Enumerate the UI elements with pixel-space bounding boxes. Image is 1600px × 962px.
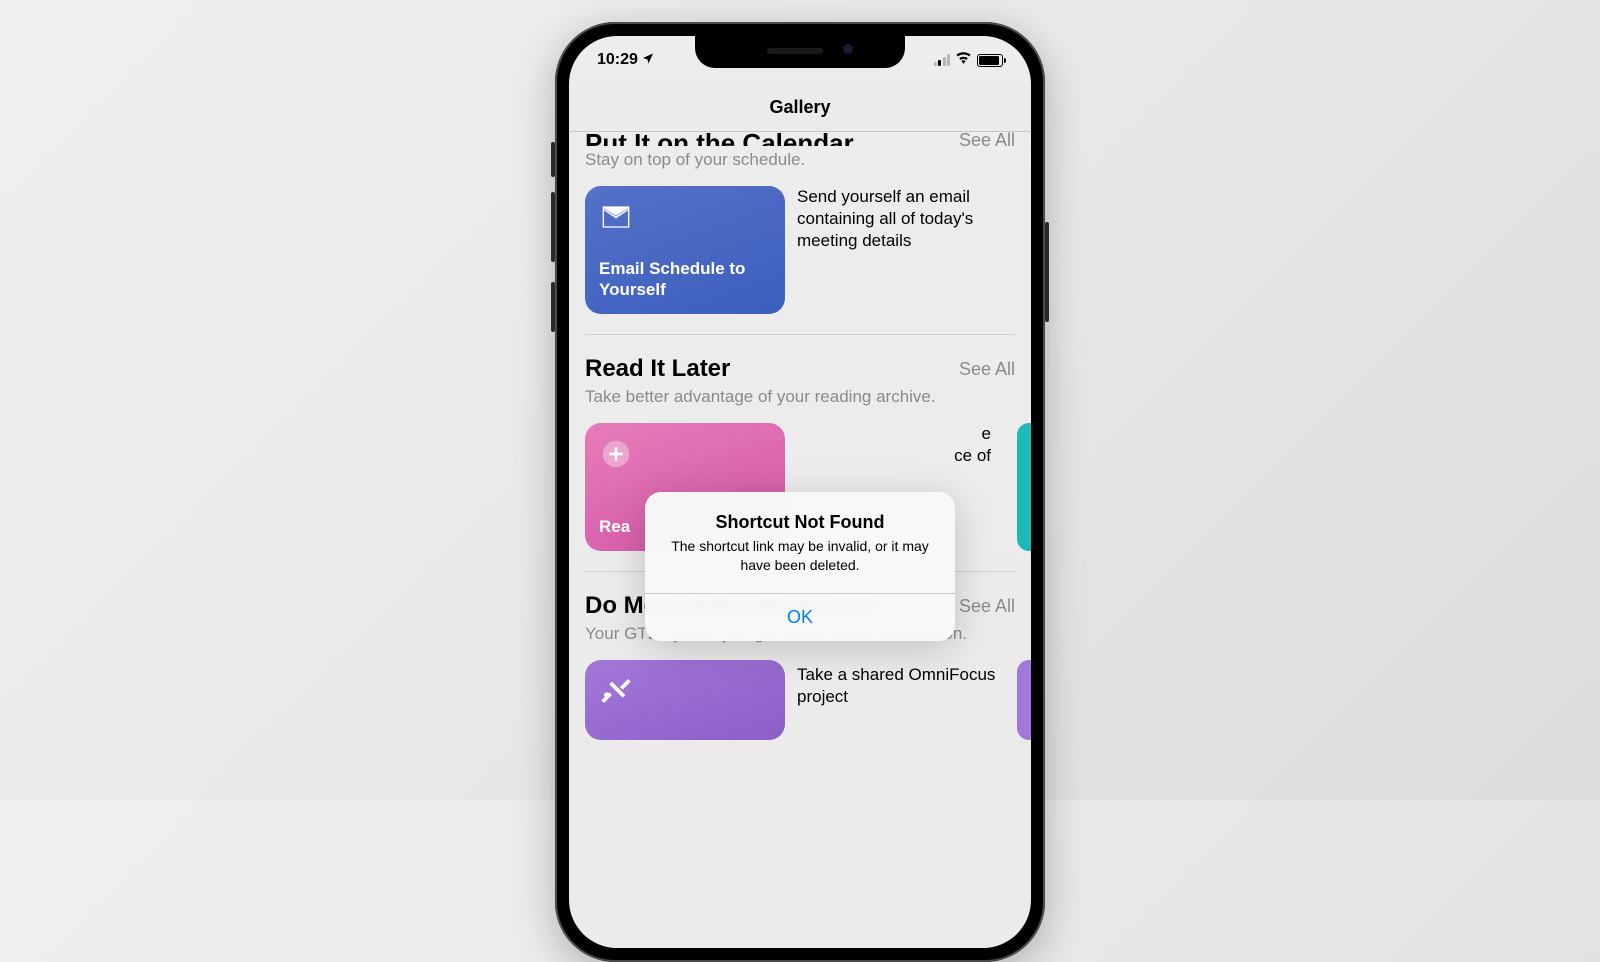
shortcut-card-omnifocus[interactable] [585, 660, 785, 740]
gallery-content[interactable]: Put It on the Calendar See All Stay on t… [569, 132, 1031, 948]
shortcut-card-email-schedule[interactable]: Email Schedule to Yourself [585, 186, 785, 314]
alert-message: The shortcut link may be invalid, or it … [663, 537, 937, 575]
location-arrow-icon [642, 51, 654, 69]
alert-title: Shortcut Not Found [663, 512, 937, 533]
wifi-icon [955, 51, 972, 69]
alert-ok-button[interactable]: OK [645, 593, 955, 641]
tools-icon [599, 674, 633, 708]
section-subtitle: Take better advantage of your reading ar… [585, 387, 1015, 407]
alert-dialog: Shortcut Not Found The shortcut link may… [645, 492, 955, 641]
shortcut-card-peek[interactable] [1017, 423, 1031, 551]
navigation-bar: Gallery [569, 84, 1031, 132]
phone-device-frame: 10:29 Gallery Put It on the Calendar See… [555, 22, 1045, 962]
cellular-signal-icon [934, 54, 951, 66]
see-all-link[interactable]: See All [959, 359, 1015, 380]
shortcut-card-description: e ce of [797, 423, 997, 467]
shortcut-card-title: Email Schedule to Yourself [599, 258, 771, 301]
battery-icon [977, 54, 1003, 67]
shortcut-card-description: Take a shared OmniFocus project [797, 660, 1015, 740]
shortcut-card-peek[interactable] [1017, 660, 1031, 740]
device-notch [695, 36, 905, 68]
status-time: 10:29 [597, 51, 638, 69]
shortcut-card-description: Send yourself an email containing all of… [797, 186, 1015, 314]
screen: 10:29 Gallery Put It on the Calendar See… [569, 36, 1031, 948]
plus-circle-icon [599, 437, 633, 471]
see-all-link[interactable]: See All [959, 132, 1015, 146]
section-title-read-later: Read It Later [585, 355, 730, 383]
section-title-calendar: Put It on the Calendar [585, 132, 854, 146]
see-all-link[interactable]: See All [959, 596, 1015, 617]
page-title: Gallery [769, 97, 830, 118]
section-subtitle: Stay on top of your schedule. [585, 150, 1015, 170]
envelope-icon [599, 200, 633, 234]
